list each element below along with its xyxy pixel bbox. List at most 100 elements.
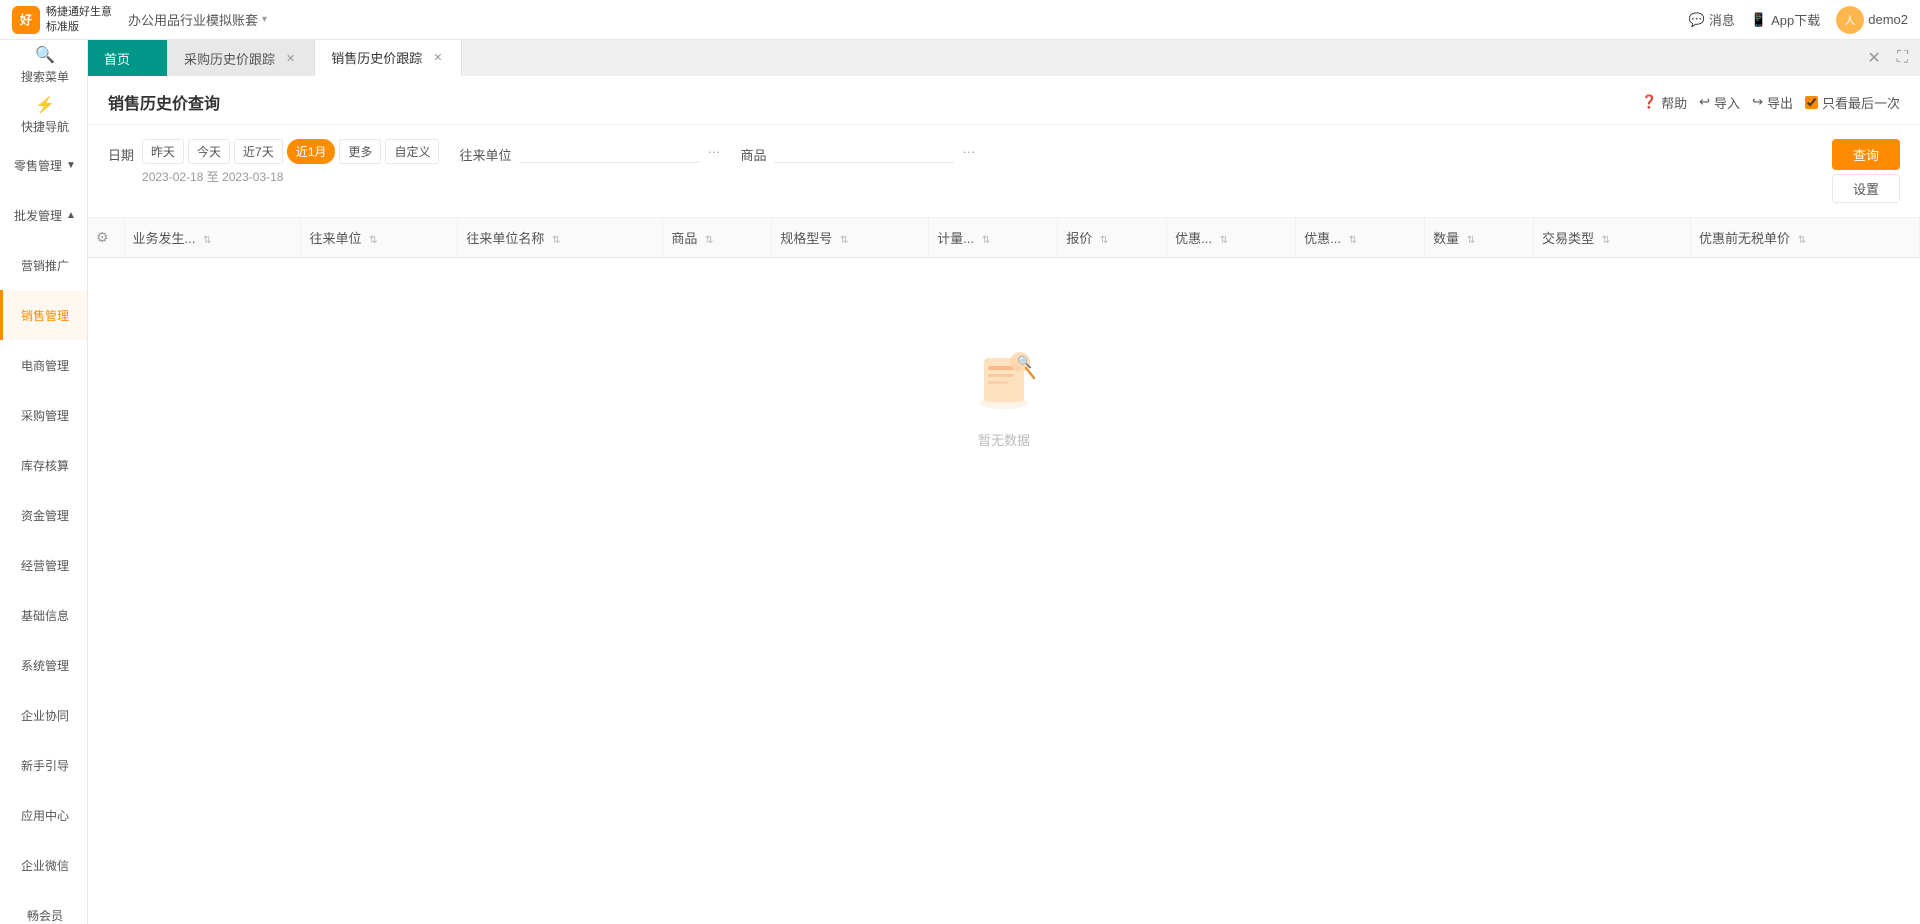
sidebar-item-quick-nav[interactable]: ⚡ 快捷导航 [0,90,87,140]
date-buttons: 昨天 今天 近7天 近1月 更多 自定义 [142,139,439,164]
date-controls: 昨天 今天 近7天 近1月 更多 自定义 2023-02-18 至 2023-0… [142,139,439,185]
partner-input[interactable] [519,139,699,163]
only-last-checkbox[interactable] [1805,96,1818,109]
date-btn-more[interactable]: 更多 [339,139,381,164]
sidebar-item-system[interactable]: 系统管理 [0,640,87,690]
sort-icon: ⇅ [1100,235,1108,246]
user-action[interactable]: 人 demo2 [1836,6,1908,34]
date-filter-group: 日期 昨天 今天 近7天 近1月 更多 自定义 2023-02-18 至 202… [108,139,439,185]
logo-text: 畅捷通好生意 标准版 [46,5,112,34]
sidebar-item-new-guide[interactable]: 新手引导 [0,740,87,790]
tab-close-purchase[interactable]: ✕ [283,50,298,67]
date-btn-last7[interactable]: 近7天 [234,139,283,164]
col-partner-code[interactable]: 往来单位 ⇅ [301,218,458,258]
col-discount1[interactable]: 优惠... ⇅ [1167,218,1296,258]
sidebar-item-basic-info[interactable]: 基础信息 [0,590,87,640]
col-quantity[interactable]: 数量 ⇅ [1425,218,1534,258]
export-icon: ↪ [1752,94,1763,110]
empty-text: 暂无数据 [978,430,1030,449]
product-input[interactable] [774,139,954,163]
logo-area: 好 畅捷通好生意 标准版 [12,5,112,34]
page-header-actions: ❓ 帮助 ↩ 导入 ↪ 导出 只看最后一次 [1641,93,1900,112]
partner-input-group: ··· [519,139,720,163]
sort-icon: ⇅ [369,235,377,246]
tab-close-sales[interactable]: ✕ [430,49,445,66]
table-container: ⚙ 业务发生... ⇅ 往来单位 ⇅ 往来单位名称 ⇅ [88,218,1920,529]
svg-text:🔍: 🔍 [1017,354,1032,369]
filter-actions: 查询 设置 [1832,139,1900,203]
sort-icon: ⇅ [1349,235,1357,246]
query-button[interactable]: 查询 [1832,139,1900,170]
date-btn-custom[interactable]: 自定义 [385,139,439,164]
sidebar-item-enterprise-collab[interactable]: 企业协同 [0,690,87,740]
app-download-action[interactable]: 📱 App下载 [1751,10,1820,29]
data-table: ⚙ 业务发生... ⇅ 往来单位 ⇅ 往来单位名称 ⇅ [88,218,1920,258]
message-action[interactable]: 💬 消息 [1689,10,1735,29]
sidebar-item-wholesale-mgmt[interactable]: 批发管理 ▲ [0,190,87,240]
main-content: 销售历史价查询 ❓ 帮助 ↩ 导入 ↪ 导出 只看最后一次 日期 [88,76,1920,924]
only-last-checkbox-label[interactable]: 只看最后一次 [1805,93,1900,112]
sort-icon: ⇅ [705,235,713,246]
sidebar-item-retail-mgmt[interactable]: 零售管理 ▼ [0,140,87,190]
product-dots[interactable]: ··· [962,144,975,159]
tab-maximize-btn[interactable]: ⛶ [1893,47,1912,69]
sort-icon: ⇅ [840,235,848,246]
col-trade-type[interactable]: 交易类型 ⇅ [1534,218,1691,258]
sort-icon: ⇅ [203,235,211,246]
top-bar-right: 💬 消息 📱 App下载 人 demo2 [1689,6,1908,34]
top-bar: 好 畅捷通好生意 标准版 办公用品行业模拟账套 ▾ 💬 消息 📱 App下载 人… [0,0,1920,40]
date-range-text: 2023-02-18 至 2023-03-18 [142,168,439,185]
collapse-icon: ▲ [66,210,76,221]
export-btn[interactable]: ↪ 导出 [1752,93,1793,112]
date-btn-today[interactable]: 今天 [188,139,230,164]
tab-close-all-btn[interactable]: ✕ [1863,46,1884,70]
col-pretax-price[interactable]: 优惠前无税单价 ⇅ [1690,218,1919,258]
sort-icon: ⇅ [552,235,560,246]
sidebar-item-inventory[interactable]: 库存核算 [0,440,87,490]
partner-dots[interactable]: ··· [707,144,720,159]
filter-area: 日期 昨天 今天 近7天 近1月 更多 自定义 2023-02-18 至 202… [88,125,1920,218]
sidebar-item-marketing[interactable]: 营销推广 [0,240,87,290]
sort-icon: ⇅ [982,235,990,246]
tab-sales-history[interactable]: 销售历史价跟踪 ✕ [315,40,462,76]
sidebar-item-ecommerce[interactable]: 电商管理 [0,340,87,390]
col-quoted-price[interactable]: 报价 ⇅ [1058,218,1167,258]
tab-bar: 首页 采购历史价跟踪 ✕ 销售历史价跟踪 ✕ ✕ ⛶ [88,40,1920,76]
col-biz-date[interactable]: 业务发生... ⇅ [124,218,301,258]
date-btn-1month[interactable]: 近1月 [287,139,336,164]
col-gear[interactable]: ⚙ [88,218,124,258]
sidebar-item-finance[interactable]: 资金管理 [0,490,87,540]
sidebar-item-app-center[interactable]: 应用中心 [0,790,87,840]
sidebar-item-search-menu[interactable]: 🔍 搜索菜单 [0,40,87,90]
tab-purchase-history[interactable]: 采购历史价跟踪 ✕ [168,40,315,76]
sidebar-item-enterprise-wechat[interactable]: 企业微信 [0,840,87,890]
settings-button[interactable]: 设置 [1832,174,1900,203]
help-icon: ❓ [1641,94,1657,110]
gear-icon[interactable]: ⚙ [96,229,109,245]
product-filter-group: 商品 ··· [740,139,975,164]
col-partner-name[interactable]: 往来单位名称 ⇅ [458,218,663,258]
product-input-group: ··· [774,139,975,163]
partner-filter-group: 往来单位 ··· [459,139,720,164]
sidebar-item-operations[interactable]: 经营管理 [0,540,87,590]
import-icon: ↩ [1699,94,1710,110]
quick-nav-icon: ⚡ [35,95,55,115]
col-discount2[interactable]: 优惠... ⇅ [1296,218,1425,258]
download-icon: 📱 [1751,12,1767,28]
date-label: 日期 [108,139,134,164]
sidebar-item-member[interactable]: 畅会员 [0,890,87,924]
col-unit[interactable]: 计量... ⇅ [929,218,1058,258]
empty-icon: 🔍 [964,338,1044,418]
tab-home[interactable]: 首页 [88,40,168,76]
app-selector[interactable]: 办公用品行业模拟账套 ▾ [120,6,275,33]
top-bar-left: 好 畅捷通好生意 标准版 办公用品行业模拟账套 ▾ [12,5,275,34]
product-label: 商品 [740,139,766,164]
sidebar-item-purchase[interactable]: 采购管理 [0,390,87,440]
help-btn[interactable]: ❓ 帮助 [1641,93,1687,112]
chevron-down-icon: ▾ [262,14,267,25]
import-btn[interactable]: ↩ 导入 [1699,93,1740,112]
col-spec[interactable]: 规格型号 ⇅ [772,218,929,258]
col-product[interactable]: 商品 ⇅ [663,218,772,258]
sidebar-item-sales-mgmt[interactable]: 销售管理 [0,290,87,340]
date-btn-yesterday[interactable]: 昨天 [142,139,184,164]
